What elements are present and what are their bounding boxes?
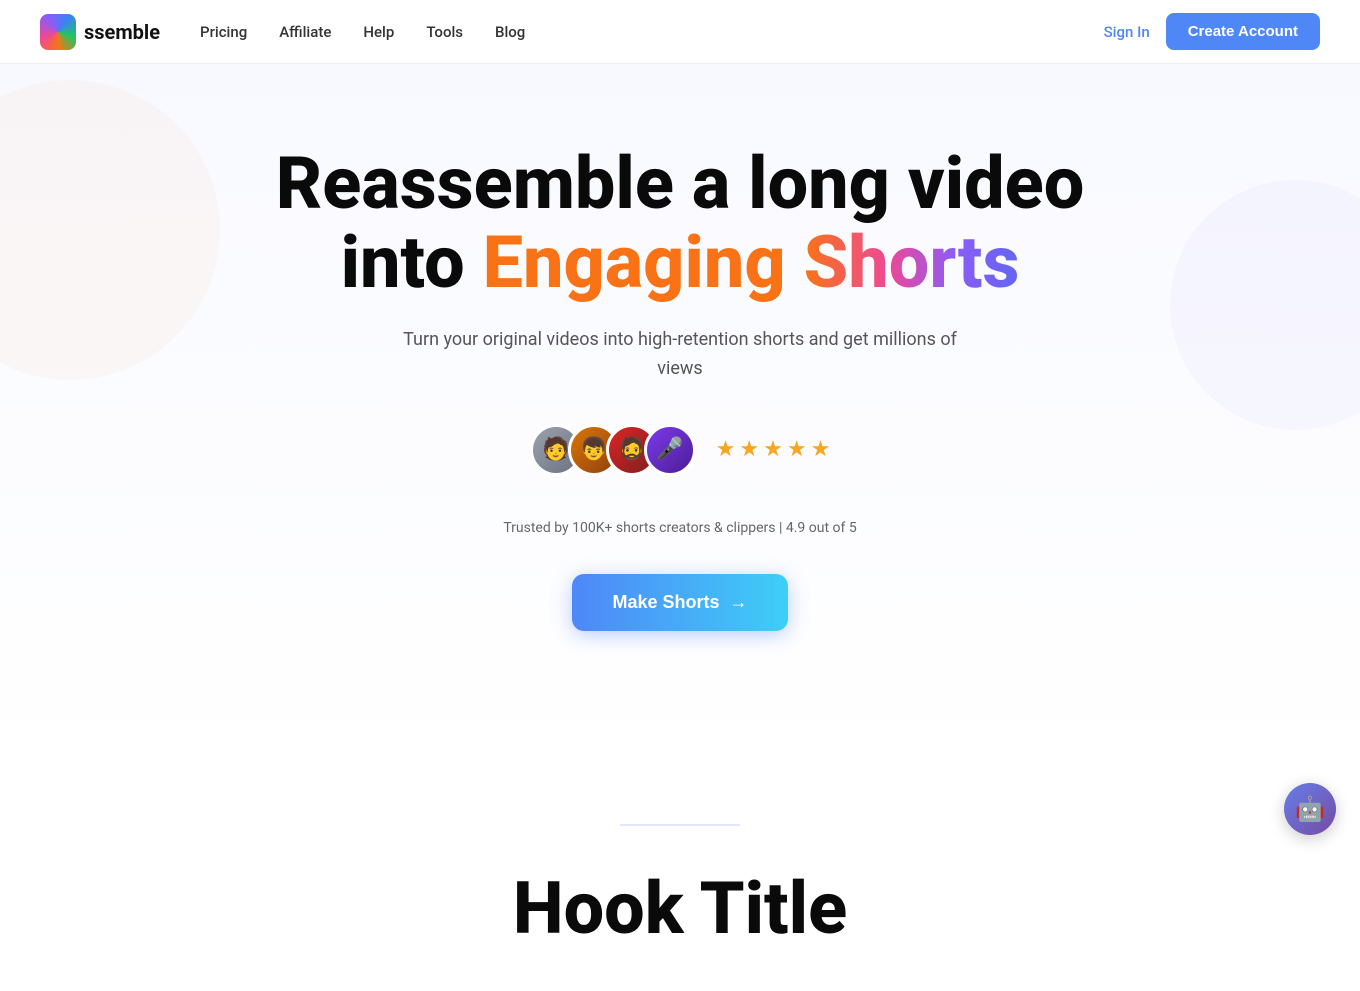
star-1: ★	[716, 437, 736, 462]
avatar-4: 🎤	[644, 424, 696, 476]
create-account-button[interactable]: Create Account	[1166, 13, 1320, 50]
stars-container: ★ ★ ★ ★ ★	[716, 437, 831, 462]
make-shorts-button[interactable]: Make Shorts →	[572, 574, 787, 631]
cta-label: Make Shorts	[612, 592, 719, 613]
nav-tools[interactable]: Tools	[426, 23, 463, 41]
hero-inner: Reassemble a long video into Engaging Sh…	[276, 144, 1085, 631]
star-2: ★	[739, 437, 759, 462]
arrow-icon: →	[730, 592, 748, 613]
chat-icon: 🤖	[1295, 795, 1325, 823]
sign-in-link[interactable]: Sign In	[1104, 23, 1150, 41]
hero-engaging: Engaging	[483, 220, 786, 305]
nav-blog[interactable]: Blog	[495, 23, 525, 41]
nav-help[interactable]: Help	[363, 23, 394, 41]
star-5: ★	[811, 437, 831, 462]
scroll-divider	[620, 824, 740, 826]
logo-link[interactable]: ssemble	[40, 14, 160, 50]
navbar: ssemble Pricing Affiliate Help Tools Blo…	[0, 0, 1360, 64]
hero-title-into: into	[341, 220, 483, 305]
trust-text: Trusted by 100K+ shorts creators & clipp…	[503, 520, 856, 536]
hero-shorts: Shorts	[804, 220, 1020, 305]
star-4: ★	[787, 437, 807, 462]
hero-subtitle: Turn your original videos into high-rete…	[380, 326, 980, 384]
below-section: Hook Title	[0, 866, 1360, 991]
nav-links: Pricing Affiliate Help Tools Blog	[200, 22, 525, 41]
hero-section: Reassemble a long video into Engaging Sh…	[0, 64, 1360, 764]
blob-1	[0, 80, 220, 380]
nav-right: Sign In Create Account	[1104, 13, 1320, 50]
chat-widget-button[interactable]: 🤖	[1284, 783, 1336, 835]
logo-text: ssemble	[84, 20, 160, 44]
logo-icon	[40, 14, 76, 50]
nav-affiliate[interactable]: Affiliate	[279, 23, 331, 41]
hero-title-line1: Reassemble a long video	[276, 141, 1085, 226]
avatars: 🧑 👦 🧔 🎤	[530, 424, 696, 476]
blob-2	[1170, 180, 1360, 430]
nav-left: ssemble Pricing Affiliate Help Tools Blo…	[40, 14, 525, 50]
social-proof: 🧑 👦 🧔 🎤 ★ ★ ★ ★ ★	[530, 424, 831, 476]
star-3: ★	[763, 437, 783, 462]
hero-title: Reassemble a long video into Engaging Sh…	[276, 144, 1085, 302]
nav-pricing[interactable]: Pricing	[200, 23, 247, 41]
hook-title-partial: Hook Title	[20, 866, 1340, 951]
